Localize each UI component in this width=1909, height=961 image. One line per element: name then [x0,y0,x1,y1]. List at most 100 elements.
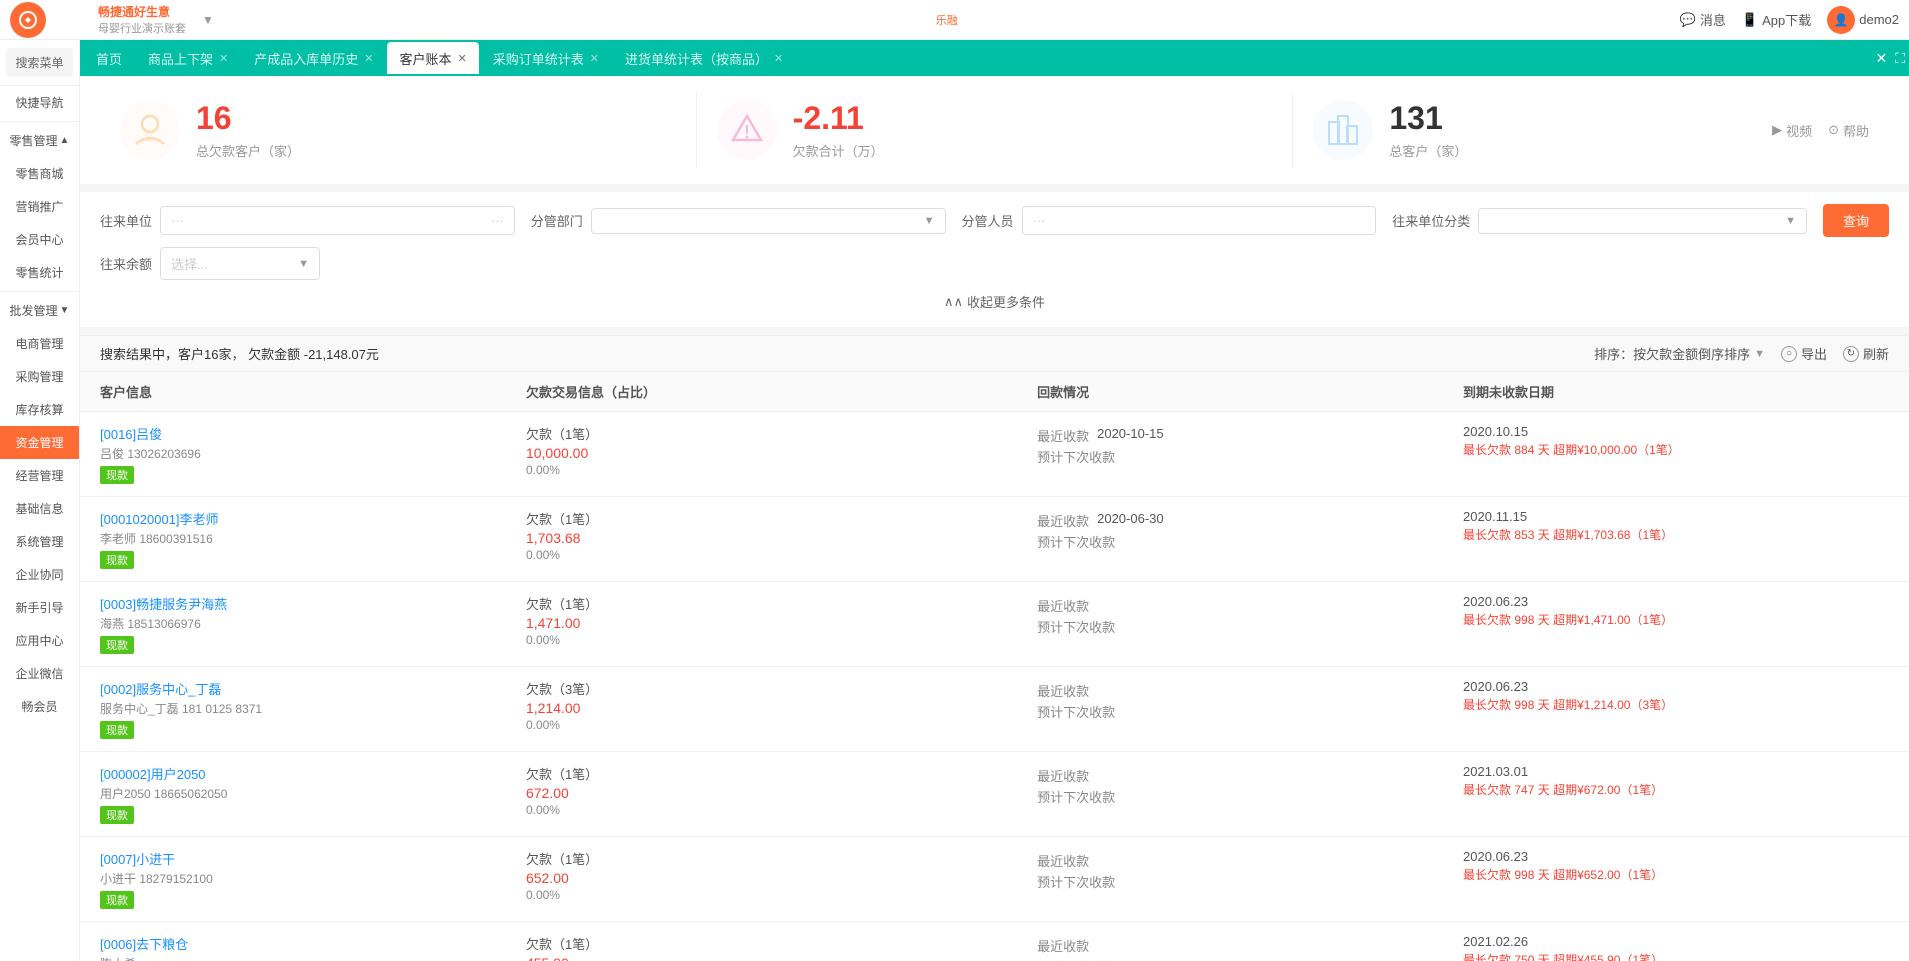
balance-select[interactable]: 选择... ▼ [160,247,320,280]
overdue-link-6[interactable]: 超期¥455.90（1笔） [1553,953,1663,961]
debt-amount-value: -2.11 [793,100,884,137]
sidebar-item-operations[interactable]: 经营管理 [0,459,79,492]
sidebar-item-app-center[interactable]: 应用中心 [0,624,79,657]
collapse-label: 收起更多条件 [967,292,1045,311]
customer-info-4: [000002]用户2050 用户2050 18665062050 现款 [100,764,526,824]
tab-product-off[interactable]: 商品上下架 ✕ [136,42,240,74]
tab-purchase-stat[interactable]: 进货单统计表（按商品） ✕ [613,42,795,74]
tab-purchase-order-close[interactable]: ✕ [590,52,599,65]
customer-name-1[interactable]: [0001020001]李老师 [100,509,526,528]
export-btn[interactable]: ○ 导出 [1781,344,1827,363]
sidebar-item-newbie[interactable]: 新手引导 [0,591,79,624]
stats-row: ¥ 16 总欠款客户（家） [80,76,1909,184]
customer-link-2[interactable]: [0003]畅捷服务尹海燕 [100,597,227,612]
recovery-last-label-6: 最近收款 [1037,936,1089,955]
app-container: 畅捷通好生意 母婴行业演示账套 ▼ 乐融 💬 消息 📱 App下载 👤 demo… [0,0,1909,961]
download-label: App下载 [1762,10,1811,29]
tab-fullscreen-icon[interactable]: ⛶ [1895,50,1905,67]
sidebar-item-retail-mgmt[interactable]: 零售管理 ▲ [0,124,79,157]
customer-link-6[interactable]: [0006]去下粮仓 [100,937,188,952]
video-btn[interactable]: ▶ 视频 [1772,121,1812,140]
debt-count-5: 欠款（1笔） [526,849,1037,868]
search-menu-btn[interactable]: 搜索菜单 [6,48,73,77]
due-info-6: 2021.02.26 最长欠款 750 天 超期¥455.90（1笔） [1463,934,1889,961]
debt-customers-value: 16 [196,100,300,137]
filter-row-2: 往来余额 选择... ▼ [100,247,1889,280]
customer-name-3[interactable]: [0002]服务中心_丁磊 [100,679,526,698]
sidebar-item-retail-stat[interactable]: 零售统计 [0,256,79,289]
sidebar-item-ecommerce[interactable]: 电商管理 [0,327,79,360]
download-btn[interactable]: 📱 App下载 [1742,10,1811,29]
overdue-link-3[interactable]: 超期¥1,214.00（3笔） [1553,698,1673,712]
tab-product-history[interactable]: 产成品入库单历史 ✕ [242,42,385,74]
customer-name-5[interactable]: [0007]小进干 [100,849,526,868]
sidebar-item-basic-info[interactable]: 基础信息 [0,492,79,525]
message-btn[interactable]: 💬 消息 [1680,10,1726,29]
sidebar-item-enterprise[interactable]: 企业协同 [0,558,79,591]
customer-name-6[interactable]: [0006]去下粮仓 [100,934,526,953]
tab-purchase-order[interactable]: 采购订单统计表 ✕ [481,42,611,74]
search-btn[interactable]: 查询 [1823,204,1889,237]
export-label: 导出 [1801,344,1827,363]
collapse-btn[interactable]: ∧∧ 收起更多条件 [940,288,1049,315]
recovery-last-4: 最近收款 [1037,766,1463,785]
sidebar-item-purchase[interactable]: 采购管理 [0,360,79,393]
sidebar-item-batch-mgmt[interactable]: 批发管理 ▼ [0,294,79,327]
overdue-link-0[interactable]: 超期¥10,000.00（1笔） [1553,443,1680,457]
category-select[interactable]: ▼ [1478,208,1807,234]
sort-selector[interactable]: 排序：按欠款金额倒序排序 ▼ [1594,344,1765,363]
tab-product-off-close[interactable]: ✕ [219,52,228,65]
customer-sub-6: 陈小希 [100,955,526,961]
customer-link-5[interactable]: [0007]小进干 [100,852,175,867]
debt-ratio-4: 0.00% [526,803,1037,817]
refresh-btn[interactable]: ↻ 刷新 [1843,344,1889,363]
filter-person: 分管人员 ··· [962,206,1377,235]
customer-link-0[interactable]: [0016]吕俊 [100,427,162,442]
sidebar: 搜索菜单 快捷导航 零售管理 ▲ 零售商城 营销推广 会员中心 零售统计 批发管… [0,40,80,961]
promo-text[interactable]: 乐融 [936,12,958,28]
tab-purchase-stat-close[interactable]: ✕ [774,52,783,65]
user-avatar-btn[interactable]: 👤 demo2 [1827,6,1899,34]
phone-icon: 📱 [1742,12,1758,28]
sidebar-item-inventory[interactable]: 库存核算 [0,393,79,426]
overdue-link-1[interactable]: 超期¥1,703.68（1笔） [1553,528,1673,542]
debt-info-0: 欠款（1笔） 10,000.00 0.00% [526,424,1037,477]
arrow-retail-mgmt: ▲ [60,135,70,146]
due-date-0: 2020.10.15 [1463,424,1889,439]
help-btn[interactable]: ⊙ 帮助 [1828,121,1869,140]
category-arrow-icon: ▼ [1785,215,1796,227]
overdue-link-4[interactable]: 超期¥672.00（1笔） [1553,783,1663,797]
tab-customer-account-close[interactable]: ✕ [458,52,467,65]
customer-name-4[interactable]: [000002]用户2050 [100,764,526,783]
debt-info-4: 欠款（1笔） 672.00 0.00% [526,764,1037,817]
tab-home[interactable]: 首页 [84,42,134,74]
recovery-next-label-2: 预计下次收款 [1037,617,1115,636]
customer-link-4[interactable]: [000002]用户2050 [100,767,206,782]
tabs-bar: 首页 商品上下架 ✕ 产成品入库单历史 ✕ 客户账本 ✕ 采购订单统计表 ✕ [80,40,1909,76]
sidebar-item-vip-member[interactable]: 畅会员 [0,690,79,723]
dept-select[interactable]: ▼ [591,208,946,234]
sidebar-item-retail-store[interactable]: 零售商城 [0,157,79,190]
overdue-link-2[interactable]: 超期¥1,471.00（1笔） [1553,613,1673,627]
results-info: 搜索结果中，客户16家， 欠款金额 -21,148.07元 [100,344,379,363]
customer-link-3[interactable]: [0002]服务中心_丁磊 [100,682,221,697]
sidebar-item-finance[interactable]: 资金管理 [0,426,79,459]
customer-name-2[interactable]: [0003]畅捷服务尹海燕 [100,594,526,613]
sidebar-label-batch-mgmt: 批发管理 [10,302,58,319]
customer-name-0[interactable]: [0016]吕俊 [100,424,526,443]
person-input[interactable]: ··· [1022,206,1377,235]
overdue-link-5[interactable]: 超期¥652.00（1笔） [1553,868,1663,882]
tab-product-history-close[interactable]: ✕ [364,52,373,65]
tab-expand-icon[interactable]: ✕ [1875,50,1887,67]
source-unit-input[interactable]: ··· [160,206,515,235]
tab-customer-account[interactable]: 客户账本 ✕ [387,42,478,74]
customer-link-1[interactable]: [0001020001]李老师 [100,512,219,527]
sidebar-item-marketing[interactable]: 营销推广 [0,190,79,223]
stat-debt-customers: ¥ 16 总欠款客户（家） [100,92,697,168]
sidebar-item-system[interactable]: 系统管理 [0,525,79,558]
tab-purchase-order-label: 采购订单统计表 [493,49,584,68]
recovery-last-label-2: 最近收款 [1037,596,1089,615]
sidebar-item-enterprise-wx[interactable]: 企业微信 [0,657,79,690]
sidebar-item-member[interactable]: 会员中心 [0,223,79,256]
sidebar-item-quick-nav[interactable]: 快捷导航 [0,86,79,119]
